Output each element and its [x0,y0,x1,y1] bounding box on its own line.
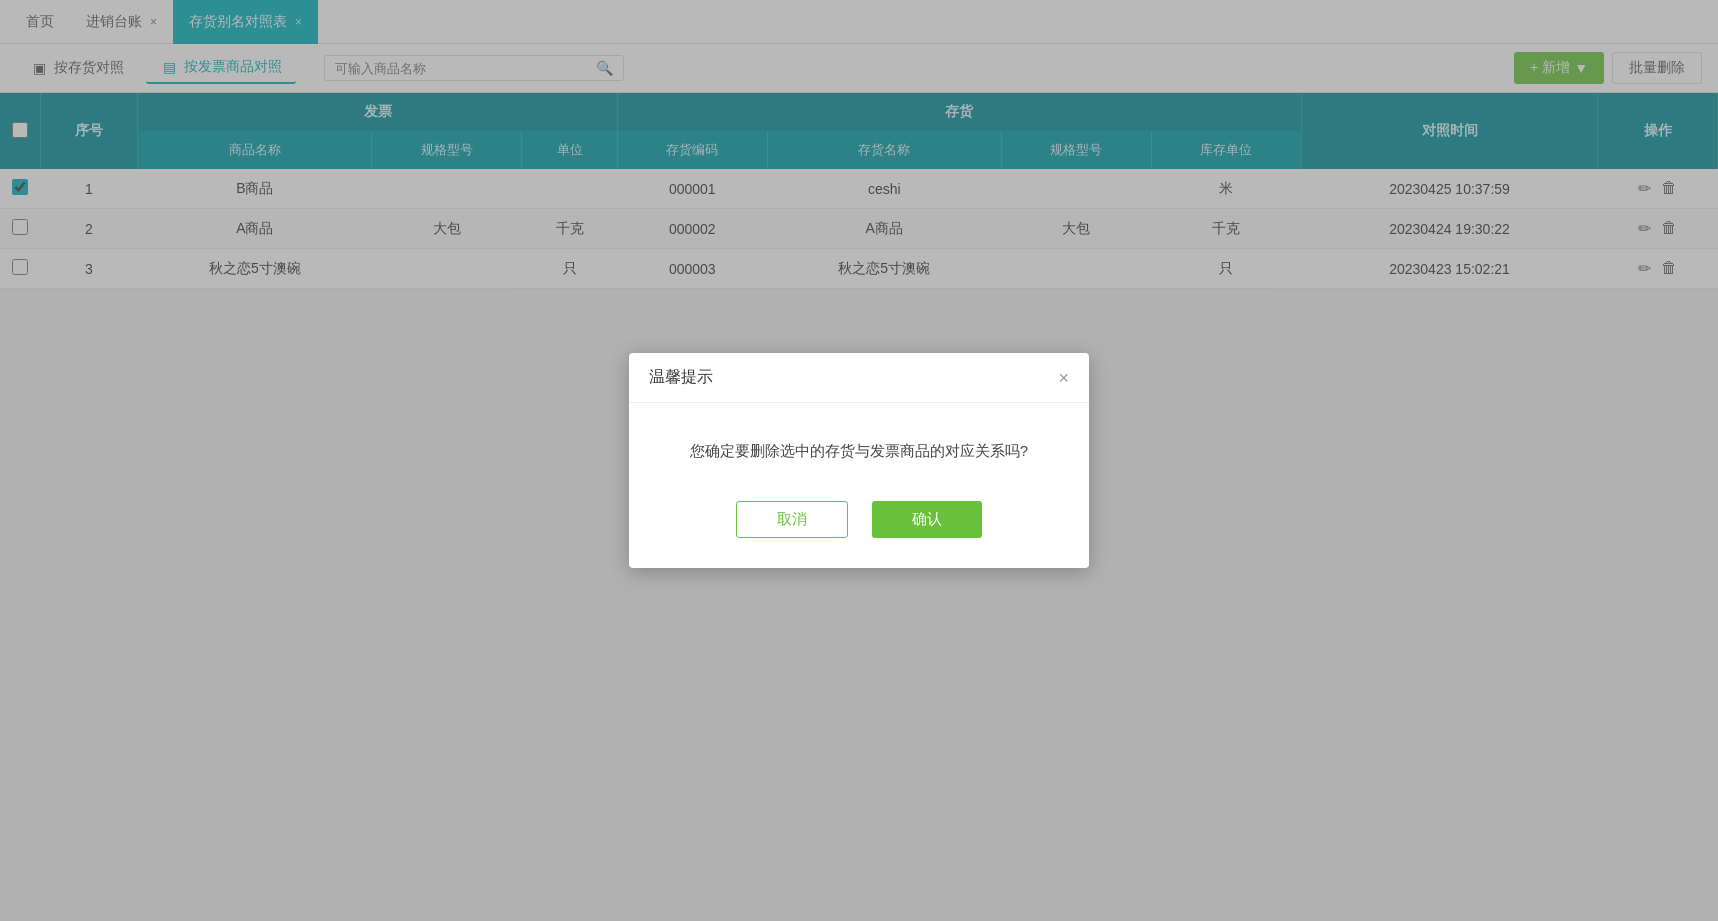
modal-overlay: 温馨提示 × 您确定要删除选中的存货与发票商品的对应关系吗? 取消 确认 [0,0,1718,289]
